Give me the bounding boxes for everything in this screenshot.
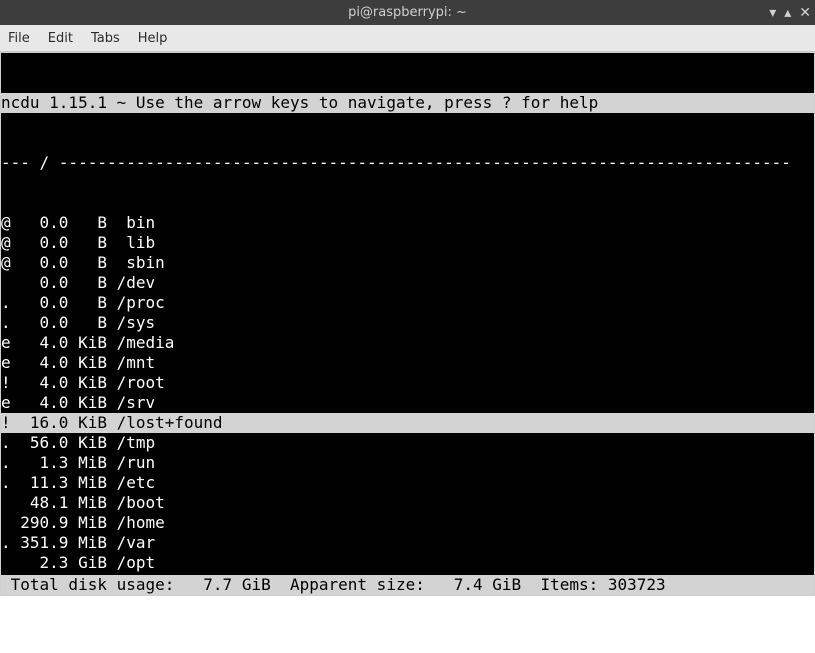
menu-edit[interactable]: Edit: [48, 31, 73, 46]
list-item[interactable]: 290.9 MiB /home: [1, 513, 814, 533]
list-item[interactable]: @ 0.0 B bin: [1, 213, 814, 233]
list-item[interactable]: . 11.3 MiB /etc: [1, 473, 814, 493]
list-item[interactable]: 48.1 MiB /boot: [1, 493, 814, 513]
close-icon[interactable]: ✕: [799, 6, 811, 20]
list-item[interactable]: @ 0.0 B lib: [1, 233, 814, 253]
list-item[interactable]: 2.3 GiB /opt: [1, 553, 814, 573]
menu-help[interactable]: Help: [138, 31, 168, 46]
menubar: File Edit Tabs Help: [0, 25, 815, 52]
list-item[interactable]: e 4.0 KiB /srv: [1, 393, 814, 413]
menu-tabs[interactable]: Tabs: [91, 31, 120, 46]
terminal-window: pi@raspberrypi: ~ ▾ ▴ ✕ File Edit Tabs H…: [0, 0, 815, 596]
ncdu-rows: @ 0.0 B bin@ 0.0 B lib@ 0.0 B sbin 0.0 B…: [1, 213, 814, 593]
list-item[interactable]: 0.0 B /dev: [1, 273, 814, 293]
terminal-viewport[interactable]: ncdu 1.15.1 ~ Use the arrow keys to navi…: [0, 52, 815, 596]
list-item[interactable]: . 0.0 B /proc: [1, 293, 814, 313]
list-item[interactable]: . 351.9 MiB /var: [1, 533, 814, 553]
ncdu-header: ncdu 1.15.1 ~ Use the arrow keys to navi…: [1, 93, 814, 113]
titlebar: pi@raspberrypi: ~ ▾ ▴ ✕: [0, 0, 815, 25]
menu-file[interactable]: File: [8, 31, 30, 46]
list-item[interactable]: . 1.3 MiB /run: [1, 453, 814, 473]
window-title: pi@raspberrypi: ~: [0, 5, 815, 20]
ncdu-path-line: --- / ----------------------------------…: [1, 153, 814, 173]
maximize-icon[interactable]: ▴: [784, 6, 791, 20]
list-item[interactable]: . 0.0 B /sys: [1, 313, 814, 333]
list-item[interactable]: . 56.0 KiB /tmp: [1, 433, 814, 453]
list-item[interactable]: @ 0.0 B sbin: [1, 253, 814, 273]
list-item[interactable]: ! 16.0 KiB /lost+found: [1, 413, 814, 433]
list-item[interactable]: e 4.0 KiB /media: [1, 333, 814, 353]
ncdu-footer: Total disk usage: 7.7 GiB Apparent size:…: [1, 575, 814, 595]
window-controls: ▾ ▴ ✕: [769, 6, 811, 20]
list-item[interactable]: ! 4.0 KiB /root: [1, 373, 814, 393]
minimize-icon[interactable]: ▾: [769, 6, 776, 20]
list-item[interactable]: e 4.0 KiB /mnt: [1, 353, 814, 373]
